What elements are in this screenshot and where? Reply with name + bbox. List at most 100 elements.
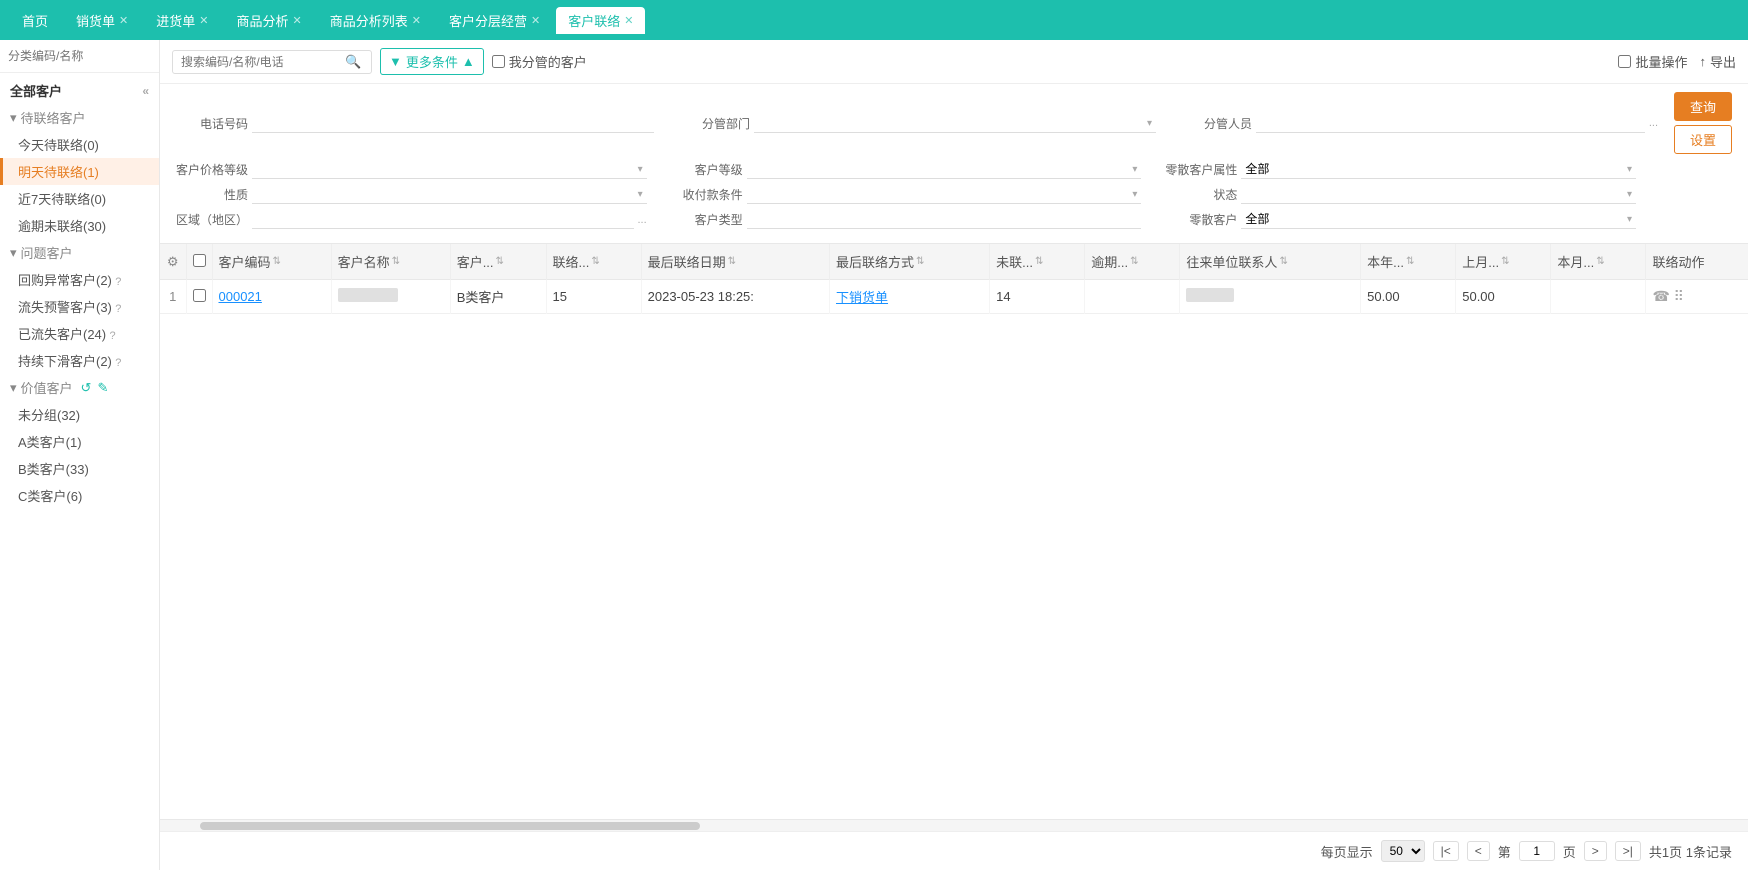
nav-sales[interactable]: 销货单 ✕	[64, 7, 140, 34]
price-level-wrap	[252, 160, 647, 179]
action-call-icon[interactable]: ☎	[1652, 288, 1669, 304]
sidebar-item-repurchase-abnormal[interactable]: 回购异常客户(2) ?	[0, 266, 159, 293]
close-icon[interactable]: ✕	[293, 14, 302, 27]
help-icon[interactable]: ?	[115, 357, 121, 369]
unit-contact-blur	[1186, 288, 1234, 302]
sidebar-item-today[interactable]: 今天待联络(0)	[0, 131, 159, 158]
sidebar-search-input[interactable]	[8, 49, 160, 63]
select-all-checkbox[interactable]	[193, 254, 206, 267]
collapse-icon[interactable]: «	[142, 84, 149, 98]
more-conditions-btn[interactable]: ▼ 更多条件 ▲	[380, 48, 484, 75]
scrollbar-thumb	[200, 822, 700, 830]
page-size-select[interactable]: 50	[1381, 840, 1425, 862]
action-more-icon[interactable]: ⠿	[1674, 288, 1684, 304]
close-icon[interactable]: ✕	[119, 14, 128, 27]
my-customers-checkbox[interactable]	[492, 55, 505, 68]
status-select[interactable]	[1241, 185, 1636, 204]
help-icon[interactable]: ?	[109, 330, 115, 342]
first-page-btn[interactable]: |<	[1433, 841, 1459, 861]
payment-wrap	[747, 185, 1142, 204]
sort-icon: ⇅	[1406, 256, 1414, 267]
th-last-month: 上月... ⇅	[1456, 244, 1551, 280]
close-icon[interactable]: ✕	[199, 14, 208, 27]
th-customer-code: 客户编码 ⇅	[212, 244, 331, 280]
th-unit-contact: 往来单位联系人 ⇅	[1180, 244, 1361, 280]
sort-icon: ⇅	[496, 256, 504, 267]
nav-customer-segment[interactable]: 客户分层经营 ✕	[437, 7, 552, 34]
phone-input[interactable]	[252, 114, 654, 133]
row-contact: 15	[546, 280, 641, 314]
cust-level-select[interactable]	[747, 160, 1142, 179]
person-input[interactable]	[1256, 114, 1645, 133]
edit-icon[interactable]: ✎	[97, 380, 108, 396]
customer-table: ⚙ 客户编码 ⇅ 客户名称	[160, 244, 1748, 314]
refresh-icon[interactable]: ↺	[81, 380, 92, 396]
nature-select[interactable]	[252, 185, 647, 204]
sidebar-item-7days[interactable]: 近7天待联络(0)	[0, 185, 159, 212]
nav-home[interactable]: 首页	[10, 7, 60, 34]
all-customers-title: 全部客户 «	[0, 73, 159, 104]
price-level-select[interactable]	[252, 160, 647, 179]
sidebar-item-class-c[interactable]: C类客户(6)	[0, 482, 159, 509]
adv-filter-retail: 零散客户 全部	[1165, 210, 1636, 229]
help-icon[interactable]: ?	[115, 276, 121, 288]
sidebar-item-ungroup[interactable]: 未分组(32)	[0, 401, 159, 428]
th-checkbox	[186, 244, 212, 280]
row-last-contact-date: 2023-05-23 18:25:	[641, 280, 829, 314]
row-unit-contact	[1180, 280, 1361, 314]
prev-page-btn[interactable]: <	[1467, 841, 1490, 861]
sidebar-item-churned[interactable]: 已流失客户(24) ?	[0, 320, 159, 347]
payment-select[interactable]	[747, 185, 1142, 204]
dept-select[interactable]	[754, 114, 1156, 133]
nav-purchase[interactable]: 进货单 ✕	[144, 7, 220, 34]
page-input[interactable]	[1519, 841, 1555, 861]
cust-type-input[interactable]	[747, 210, 1142, 229]
adv-filter-cust-type: 客户类型	[671, 210, 1142, 229]
adv-filter-cust-level: 客户等级	[671, 160, 1142, 179]
sidebar-item-churn-warning[interactable]: 流失预警客户(3) ?	[0, 293, 159, 320]
query-btns: 查询 设置	[1674, 92, 1732, 154]
dept-select-wrap	[754, 114, 1156, 133]
sort-icon: ⇅	[591, 256, 599, 267]
close-icon[interactable]: ✕	[531, 14, 540, 27]
th-gear[interactable]: ⚙	[160, 244, 186, 280]
sidebar-item-class-b[interactable]: B类客户(33)	[0, 455, 159, 482]
nav-customer-contact[interactable]: 客户联络 ✕	[556, 7, 645, 34]
last-page-btn[interactable]: >|	[1615, 841, 1641, 861]
table-area: ⚙ 客户编码 ⇅ 客户名称	[160, 244, 1748, 819]
triangle-icon: ▾	[10, 245, 17, 261]
ellipsis-btn[interactable]: ...	[1649, 117, 1658, 129]
cust-level-wrap	[747, 160, 1142, 179]
search-input[interactable]	[181, 55, 341, 69]
adv-filter-row4: 区域（地区） ... 客户类型 零散客户 全部	[176, 210, 1732, 229]
batch-op-checkbox[interactable]	[1618, 55, 1631, 68]
adv-filter-retail-attr: 零散客户属性 全部	[1165, 160, 1636, 179]
table-scrollbar[interactable]	[160, 819, 1748, 831]
query-button[interactable]: 查询	[1674, 92, 1732, 121]
export-btn[interactable]: ↑ 导出	[1699, 52, 1736, 71]
retail-attr-select[interactable]: 全部	[1241, 160, 1636, 179]
adv-filter-row1: 电话号码 分管部门 分管人员 ...	[176, 92, 1732, 154]
adv-filter-row2: 客户价格等级 客户等级	[176, 160, 1732, 179]
sidebar-item-declining[interactable]: 持续下滑客户(2) ?	[0, 347, 159, 374]
region-input[interactable]	[252, 210, 634, 229]
batch-op-btn[interactable]: 批量操作	[1618, 52, 1687, 71]
help-icon[interactable]: ?	[115, 303, 121, 315]
nav-product-analysis[interactable]: 商品分析 ✕	[224, 7, 313, 34]
close-icon[interactable]: ✕	[412, 14, 421, 27]
content-area: 🔍 ▼ 更多条件 ▲ 我分管的客户 批量操作 ↑ 导出	[160, 40, 1748, 870]
retail-select[interactable]: 全部	[1241, 210, 1636, 229]
close-icon[interactable]: ✕	[624, 14, 633, 27]
sidebar-item-class-a[interactable]: A类客户(1)	[0, 428, 159, 455]
adv-filter-person: 分管人员 ...	[1180, 114, 1658, 133]
reset-button[interactable]: 设置	[1674, 125, 1732, 154]
ellipsis-btn[interactable]: ...	[638, 214, 647, 226]
nav-product-analysis-list[interactable]: 商品分析列表 ✕	[318, 7, 433, 34]
row-checkbox[interactable]	[193, 289, 206, 302]
next-page-btn[interactable]: >	[1584, 841, 1607, 861]
my-customers-checkbox-wrap[interactable]: 我分管的客户	[492, 52, 587, 71]
search-icon[interactable]: 🔍	[345, 54, 361, 70]
sidebar-item-overdue[interactable]: 逾期未联络(30)	[0, 212, 159, 239]
sidebar-item-tomorrow[interactable]: 明天待联络(1)	[0, 158, 159, 185]
row-customer-name	[331, 280, 450, 314]
